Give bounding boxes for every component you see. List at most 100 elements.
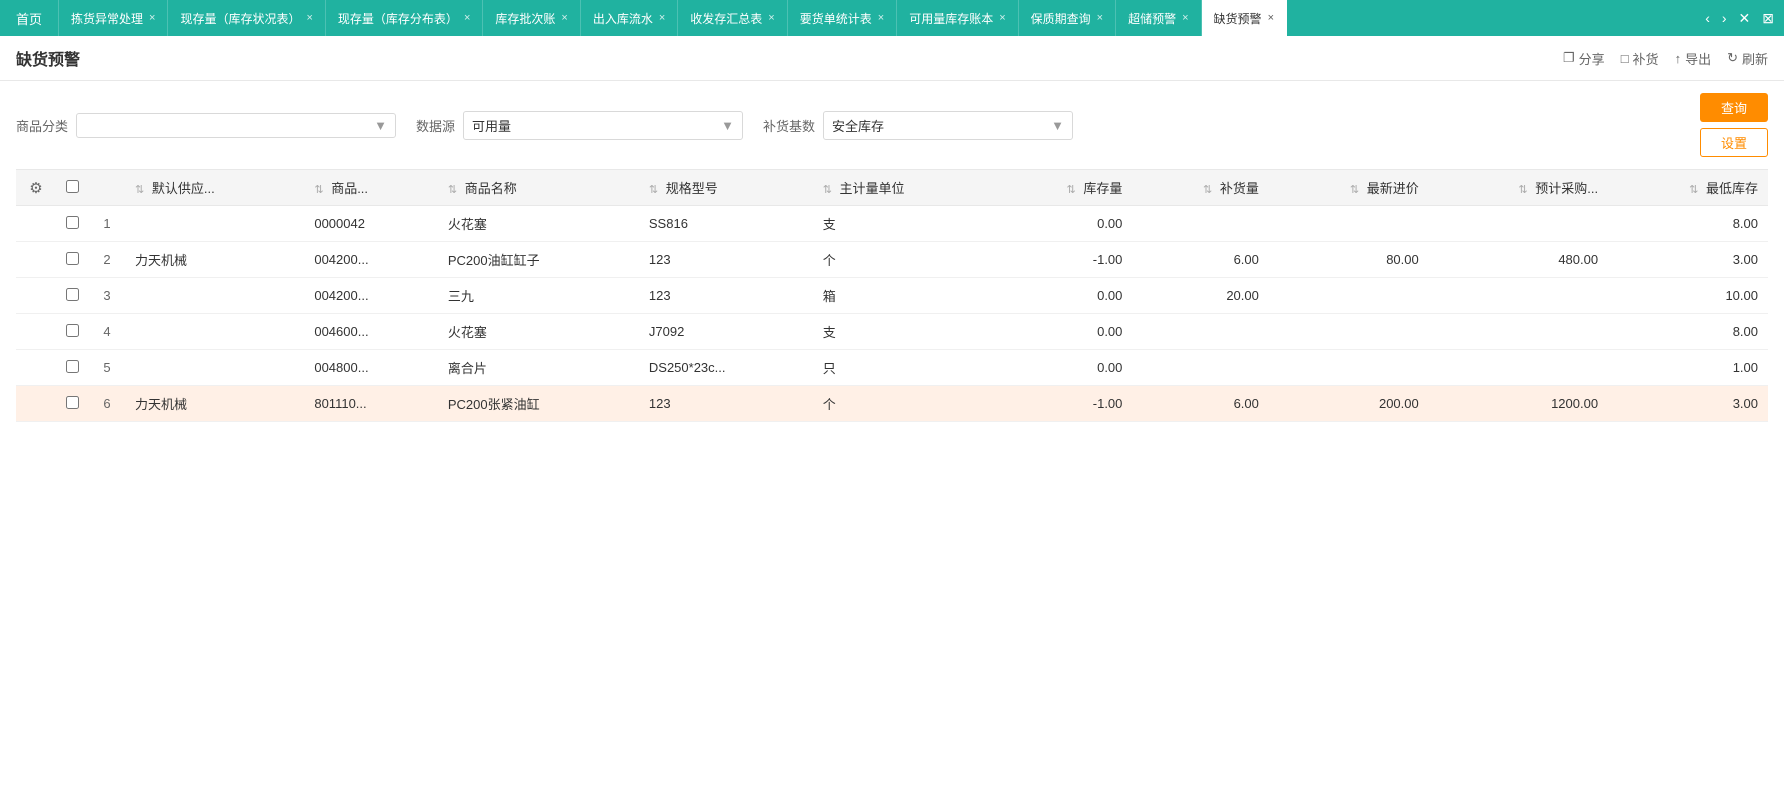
tab-stock-status-close[interactable]: ×	[306, 12, 312, 24]
select-all-checkbox[interactable]	[66, 180, 79, 193]
tab-inout-flow[interactable]: 出入库流水 ×	[581, 0, 678, 36]
row-check-cell[interactable]	[56, 242, 89, 278]
tab-order-stats-close[interactable]: ×	[878, 12, 884, 24]
share-button[interactable]: ❐ 分享	[1563, 49, 1605, 68]
row-check-cell[interactable]	[56, 350, 89, 386]
col-header-spec: ⇅ 规格型号	[639, 170, 813, 206]
replenish-base-label: 补货基数	[763, 116, 815, 135]
row-replenish-qty	[1132, 206, 1268, 242]
row-check-cell[interactable]	[56, 386, 89, 422]
tab-shortage[interactable]: 缺货预警 ×	[1202, 0, 1287, 36]
tab-home[interactable]: 首页	[0, 0, 59, 36]
row-supplier	[125, 350, 304, 386]
settings-gear-icon[interactable]: ⚙	[29, 180, 42, 197]
row-unit: 箱	[813, 278, 996, 314]
tab-recv-summary[interactable]: 收发存汇总表 ×	[678, 0, 787, 36]
tab-abnormal-close[interactable]: ×	[149, 12, 155, 24]
tab-overstock[interactable]: 超储预警 ×	[1116, 0, 1201, 36]
tab-inout-flow-close[interactable]: ×	[659, 12, 665, 24]
row-goods-name: 离合片	[438, 350, 639, 386]
tab-home-label: 首页	[16, 9, 42, 28]
row-settings-cell	[16, 350, 56, 386]
tab-nav-next[interactable]: ›	[1716, 0, 1733, 36]
table-row: 5 004800... 离合片 DS250*23c... 只 0.00 1.00	[16, 350, 1768, 386]
row-settings-cell	[16, 206, 56, 242]
replenish-button[interactable]: □ 补货	[1621, 49, 1659, 68]
tab-stock-dist-close[interactable]: ×	[464, 12, 470, 24]
tab-recv-summary-label: 收发存汇总表	[690, 10, 762, 27]
row-checkbox[interactable]	[66, 216, 79, 229]
col-header-index	[89, 170, 125, 206]
table-header-row: ⚙ ⇅ 默认供应... ⇅ 商品... ⇅	[16, 170, 1768, 206]
table-row: 1 0000042 火花塞 SS816 支 0.00 8.00	[16, 206, 1768, 242]
tab-nav-close-all[interactable]: ⊠	[1756, 0, 1780, 36]
tab-batch-close[interactable]: ×	[561, 12, 567, 24]
tab-overstock-close[interactable]: ×	[1182, 12, 1188, 24]
row-goods-name: 火花塞	[438, 314, 639, 350]
row-min-stock: 8.00	[1608, 206, 1768, 242]
row-checkbox[interactable]	[66, 324, 79, 337]
row-supplier: 力天机械	[125, 242, 304, 278]
row-spec: J7092	[639, 314, 813, 350]
stock-sort-icon: ⇅	[1067, 184, 1076, 196]
datasource-filter-label: 数据源	[416, 116, 455, 135]
refresh-button[interactable]: ↻ 刷新	[1727, 49, 1768, 68]
tab-order-stats[interactable]: 要货单统计表 ×	[788, 0, 897, 36]
filter-bar: 商品分类 ▼ 数据源 可用量 ▼ 补货基数 安全库存 ▼ 查询 设置	[0, 81, 1784, 169]
datasource-select[interactable]: 可用量 ▼	[463, 111, 743, 140]
tab-batch[interactable]: 库存批次账 ×	[483, 0, 580, 36]
tab-stock-status[interactable]: 现存量（库存状况表） ×	[168, 0, 325, 36]
row-min-stock: 1.00	[1608, 350, 1768, 386]
tab-avail-ledger-label: 可用量库存账本	[909, 10, 993, 27]
export-icon: ↑	[1675, 51, 1682, 66]
tab-expiry-label: 保质期查询	[1031, 10, 1091, 27]
row-check-cell[interactable]	[56, 206, 89, 242]
row-replenish-qty: 6.00	[1132, 242, 1268, 278]
tab-stock-dist[interactable]: 现存量（库存分布表） ×	[326, 0, 483, 36]
tab-shortage-close[interactable]: ×	[1268, 12, 1274, 24]
row-latest-price	[1269, 278, 1429, 314]
replenish-base-select[interactable]: 安全库存 ▼	[823, 111, 1073, 140]
row-checkbox[interactable]	[66, 288, 79, 301]
export-button[interactable]: ↑ 导出	[1675, 49, 1712, 68]
query-button[interactable]: 查询	[1700, 93, 1768, 122]
tab-expiry[interactable]: 保质期查询 ×	[1019, 0, 1116, 36]
tab-nav-close-current[interactable]: ✕	[1733, 0, 1757, 36]
row-index: 5	[89, 350, 125, 386]
row-latest-price	[1269, 314, 1429, 350]
row-index: 3	[89, 278, 125, 314]
row-goods-code: 004200...	[304, 242, 438, 278]
row-est-purchase	[1429, 350, 1608, 386]
supplier-sort-icon: ⇅	[135, 184, 144, 196]
row-min-stock: 3.00	[1608, 386, 1768, 422]
tab-avail-ledger-close[interactable]: ×	[999, 12, 1005, 24]
col-header-goods-name: ⇅ 商品名称	[438, 170, 639, 206]
row-goods-name: PC200张紧油缸	[438, 386, 639, 422]
row-check-cell[interactable]	[56, 278, 89, 314]
row-supplier	[125, 206, 304, 242]
header-actions: ❐ 分享 □ 补货 ↑ 导出 ↻ 刷新	[1563, 49, 1768, 68]
tab-expiry-close[interactable]: ×	[1097, 12, 1103, 24]
row-checkbox[interactable]	[66, 252, 79, 265]
table-body: 1 0000042 火花塞 SS816 支 0.00 8.00 2 力天机械 0…	[16, 206, 1768, 422]
row-settings-cell	[16, 242, 56, 278]
tab-nav-prev[interactable]: ‹	[1699, 0, 1716, 36]
datasource-select-value: 可用量	[472, 116, 511, 135]
settings-button[interactable]: 设置	[1700, 128, 1768, 157]
row-checkbox[interactable]	[66, 396, 79, 409]
tab-recv-summary-close[interactable]: ×	[768, 12, 774, 24]
tab-avail-ledger[interactable]: 可用量库存账本 ×	[897, 0, 1018, 36]
tab-overstock-label: 超储预警	[1128, 10, 1176, 27]
row-latest-price	[1269, 206, 1429, 242]
refresh-icon: ↻	[1727, 50, 1738, 66]
replenish-base-select-value: 安全库存	[832, 116, 884, 135]
refresh-label: 刷新	[1742, 49, 1768, 68]
row-checkbox[interactable]	[66, 360, 79, 373]
table-row: 3 004200... 三九 123 箱 0.00 20.00 10.00	[16, 278, 1768, 314]
tab-abnormal[interactable]: 拣货异常处理 ×	[59, 0, 168, 36]
tab-inout-flow-label: 出入库流水	[593, 10, 653, 27]
row-goods-name: 火花塞	[438, 206, 639, 242]
row-check-cell[interactable]	[56, 314, 89, 350]
category-select[interactable]: ▼	[76, 113, 396, 138]
row-goods-code: 004800...	[304, 350, 438, 386]
